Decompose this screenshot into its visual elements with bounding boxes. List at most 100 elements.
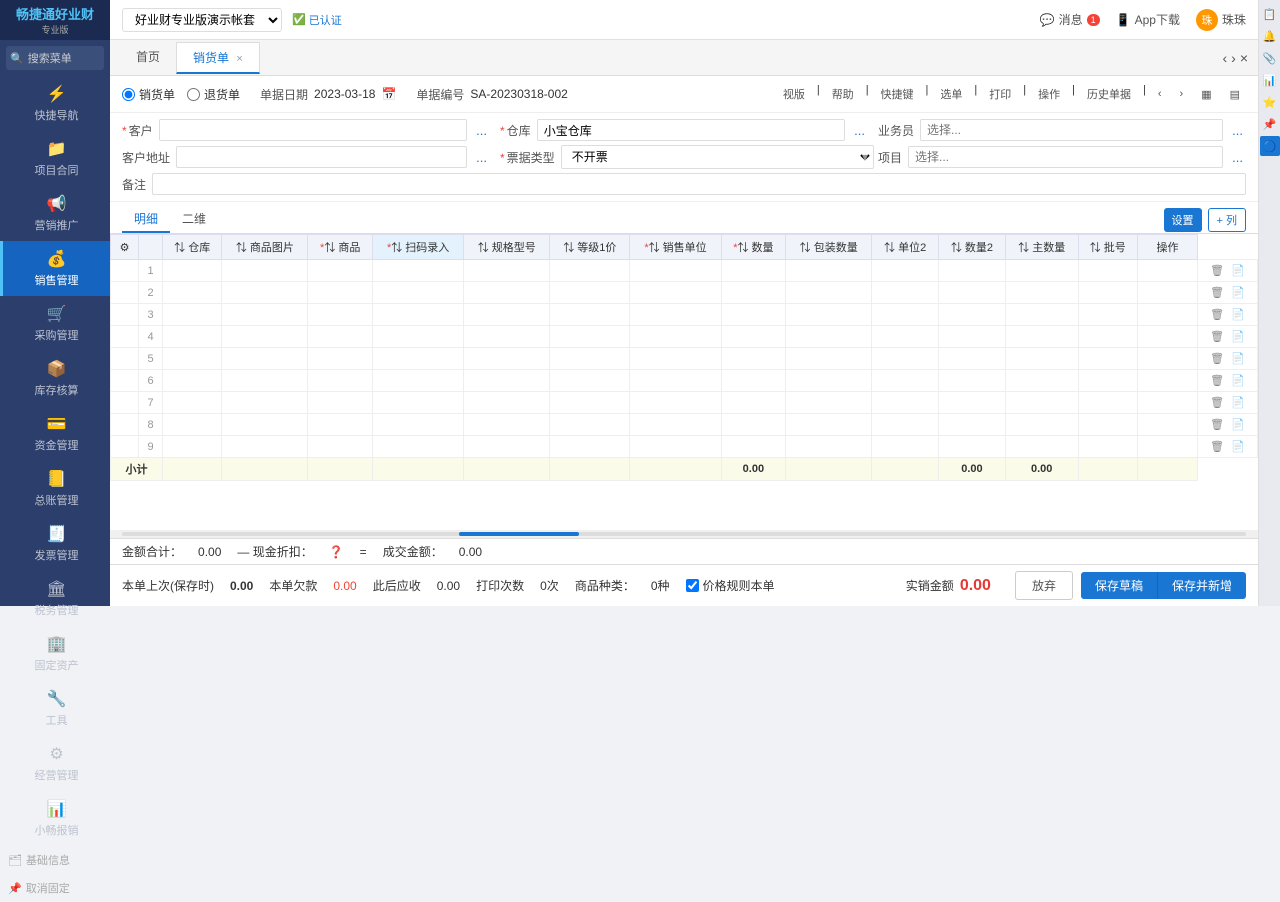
- save-draft-button[interactable]: 保存草稿: [1081, 572, 1157, 599]
- warehouse-input[interactable]: [537, 119, 845, 141]
- cell-1-0[interactable]: [163, 260, 222, 282]
- sidebar-item-inventory[interactable]: 📦 库存核算: [0, 351, 110, 406]
- cell-7-3[interactable]: [373, 392, 464, 414]
- cell-2-3[interactable]: [373, 282, 464, 304]
- col-img-header[interactable]: ⇅ 商品图片: [222, 235, 308, 260]
- col-unit2-header[interactable]: ⇅ 单位2: [872, 235, 939, 260]
- cell-3-13[interactable]: [1138, 304, 1198, 326]
- cell-9-11[interactable]: [1005, 436, 1078, 458]
- tab-close-btn[interactable]: ×: [1240, 50, 1248, 66]
- cell-4-5[interactable]: [550, 326, 630, 348]
- cell-4-12[interactable]: [1078, 326, 1137, 348]
- cell-1-7[interactable]: [721, 260, 786, 282]
- cell-3-11[interactable]: [1005, 304, 1078, 326]
- radio-sale[interactable]: 销货单: [122, 86, 175, 103]
- cell-1-6[interactable]: [630, 260, 721, 282]
- cell-6-13[interactable]: [1138, 370, 1198, 392]
- project-input[interactable]: [908, 146, 1223, 168]
- cell-4-6[interactable]: [630, 326, 721, 348]
- right-btn-2[interactable]: 🔔: [1260, 26, 1280, 46]
- cell-8-9[interactable]: [872, 414, 939, 436]
- cell-9-3[interactable]: [373, 436, 464, 458]
- cell-7-1[interactable]: [222, 392, 308, 414]
- cell-5-6[interactable]: [630, 348, 721, 370]
- tab-sale-order[interactable]: 销货单 ×: [176, 42, 260, 74]
- sidebar-item-cancel-fixed[interactable]: 📌 取消固定: [0, 874, 110, 902]
- cell-1-4[interactable]: [464, 260, 550, 282]
- copy-icon[interactable]: 📄: [1229, 308, 1247, 322]
- right-btn-5[interactable]: ⭐: [1260, 92, 1280, 112]
- history-btn[interactable]: 历史单据: [1081, 84, 1137, 104]
- cell-3-7[interactable]: [721, 304, 786, 326]
- cell-8-13[interactable]: [1138, 414, 1198, 436]
- cell-6-8[interactable]: [786, 370, 872, 392]
- right-btn-6[interactable]: 📌: [1260, 114, 1280, 134]
- cell-4-13[interactable]: [1138, 326, 1198, 348]
- cell-7-10[interactable]: [939, 392, 1006, 414]
- delete-icon[interactable]: 🗑: [1208, 352, 1226, 366]
- delete-icon[interactable]: 🗑: [1208, 396, 1226, 410]
- radio-return[interactable]: 退货单: [187, 86, 240, 103]
- tab-detail[interactable]: 明细: [122, 206, 170, 233]
- copy-icon[interactable]: 📄: [1229, 330, 1247, 344]
- cell-8-4[interactable]: [464, 414, 550, 436]
- cell-1-2[interactable]: [308, 260, 373, 282]
- cell-8-6[interactable]: [630, 414, 721, 436]
- cell-2-6[interactable]: [630, 282, 721, 304]
- cell-9-6[interactable]: [630, 436, 721, 458]
- cell-5-11[interactable]: [1005, 348, 1078, 370]
- cell-4-3[interactable]: [373, 326, 464, 348]
- scroll-thumb[interactable]: [459, 532, 579, 536]
- cell-3-12[interactable]: [1078, 304, 1137, 326]
- cell-8-12[interactable]: [1078, 414, 1137, 436]
- cell-5-4[interactable]: [464, 348, 550, 370]
- cell-2-8[interactable]: [786, 282, 872, 304]
- copy-icon[interactable]: 📄: [1229, 396, 1247, 410]
- cell-4-0[interactable]: [163, 326, 222, 348]
- sidebar-item-assets[interactable]: 🏢 固定资产: [0, 626, 110, 681]
- right-btn-7[interactable]: 🔵: [1260, 136, 1280, 156]
- nav-next-toolbar[interactable]: ›: [1174, 84, 1190, 104]
- cell-1-3[interactable]: [373, 260, 464, 282]
- cell-1-13[interactable]: [1138, 260, 1198, 282]
- cell-8-8[interactable]: [786, 414, 872, 436]
- sidebar-item-quick-nav[interactable]: ⚡ 快捷导航: [0, 76, 110, 131]
- cell-5-12[interactable]: [1078, 348, 1137, 370]
- tab-next-btn[interactable]: ›: [1231, 50, 1236, 66]
- delete-icon[interactable]: 🗑: [1208, 264, 1226, 278]
- cell-6-10[interactable]: [939, 370, 1006, 392]
- warehouse-more-btn[interactable]: ...: [851, 123, 868, 138]
- cell-7-12[interactable]: [1078, 392, 1137, 414]
- salesman-more-btn[interactable]: ...: [1229, 123, 1246, 138]
- salesman-input[interactable]: [920, 119, 1223, 141]
- cell-2-13[interactable]: [1138, 282, 1198, 304]
- tab-close-icon[interactable]: ×: [236, 53, 242, 65]
- set-button[interactable]: 设置: [1164, 208, 1202, 232]
- sidebar-item-ops[interactable]: ⚙ 经营管理: [0, 736, 110, 791]
- cell-2-7[interactable]: [721, 282, 786, 304]
- copy-icon[interactable]: 📄: [1229, 418, 1247, 432]
- cell-1-1[interactable]: [222, 260, 308, 282]
- user-avatar[interactable]: 珠 珠珠: [1196, 9, 1246, 31]
- sidebar-item-report[interactable]: 📊 小畅报销: [0, 791, 110, 846]
- cell-6-4[interactable]: [464, 370, 550, 392]
- delete-icon[interactable]: 🗑: [1208, 374, 1226, 388]
- col-goods-header[interactable]: *⇅ 商品: [308, 235, 373, 260]
- cell-1-10[interactable]: [939, 260, 1006, 282]
- copy-icon[interactable]: 📄: [1229, 352, 1247, 366]
- cell-8-2[interactable]: [308, 414, 373, 436]
- radio-return-input[interactable]: [187, 88, 200, 101]
- delete-icon[interactable]: 🗑: [1208, 418, 1226, 432]
- sidebar-item-funds[interactable]: 💳 资金管理: [0, 406, 110, 461]
- cell-7-4[interactable]: [464, 392, 550, 414]
- cell-7-6[interactable]: [630, 392, 721, 414]
- right-btn-1[interactable]: 📋: [1260, 4, 1280, 24]
- cell-4-11[interactable]: [1005, 326, 1078, 348]
- cell-5-5[interactable]: [550, 348, 630, 370]
- price-check-label[interactable]: 价格规则本单: [686, 577, 775, 594]
- cell-6-3[interactable]: [373, 370, 464, 392]
- col-scan-header[interactable]: *⇅ 扫码录入: [373, 235, 464, 260]
- operate-btn[interactable]: 操作: [1032, 84, 1066, 104]
- cell-2-0[interactable]: [163, 282, 222, 304]
- copy-icon[interactable]: 📄: [1229, 264, 1247, 278]
